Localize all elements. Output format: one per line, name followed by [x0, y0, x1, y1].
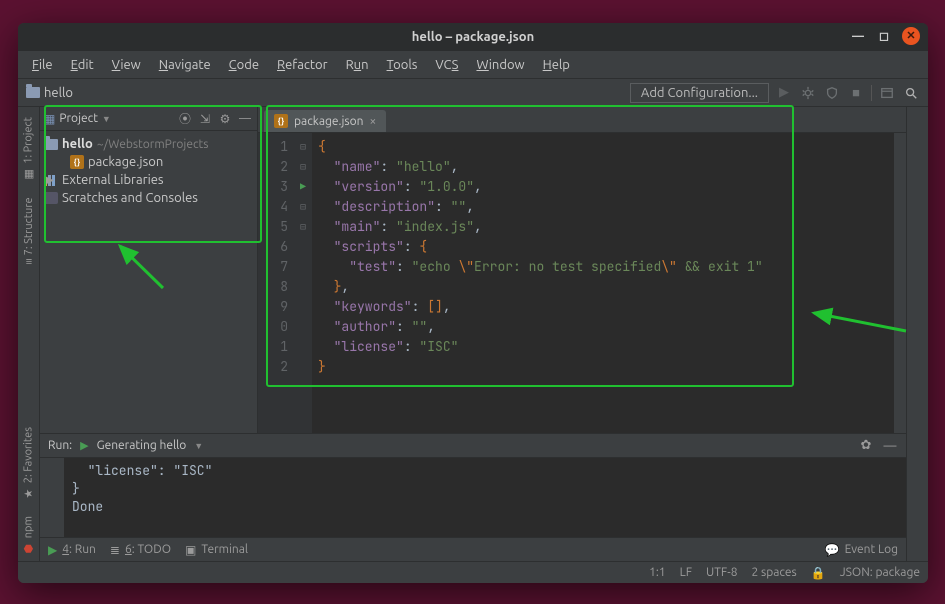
collapse-icon[interactable]: ⇲ — [197, 111, 213, 127]
run-output[interactable]: "license": "ISC" } Done — [40, 458, 906, 537]
run-tool-window: Run: ▶ Generating hello ▼ ✿ — "license":… — [40, 433, 906, 537]
menu-code[interactable]: Code — [221, 55, 267, 75]
folder-icon — [44, 139, 58, 150]
editor-tab-package-json[interactable]: {} package.json × — [264, 110, 386, 132]
menu-edit[interactable]: Edit — [63, 55, 102, 75]
center-column: ▦ Project ▼ ⦿ ⇲ ⚙ — ▼ hello ~/WebstormPr… — [40, 107, 906, 561]
editor-tabbar: {} package.json × — [258, 107, 906, 133]
ide-window: hello – package.json ― ◻ ✕ File Edit Vie… — [18, 23, 928, 583]
stop-button[interactable]: ■ — [847, 84, 865, 102]
status-bar: 1:1 LF UTF-8 2 spaces 🔒 JSON: package — [18, 561, 928, 583]
json-icon: {} — [274, 114, 288, 128]
tab-structure[interactable]: ≡7: Structure — [22, 191, 36, 271]
gutter-marks: ⊟ ⊟▶⊟ ⊟ — [294, 133, 312, 433]
menu-tools[interactable]: Tools — [379, 55, 426, 75]
tree-scratches-label: Scratches and Consoles — [62, 191, 198, 205]
run-task-name: Generating hello — [97, 439, 187, 452]
tab-todo[interactable]: ≣ 6: TODO — [110, 543, 171, 557]
lock-icon[interactable]: 🔒 — [811, 566, 826, 580]
line-gutter: 123 456 789 012 — [258, 133, 294, 433]
tab-project[interactable]: ▦1: Project — [21, 111, 36, 187]
tree-root-path: ~/WebstormProjects — [97, 138, 209, 151]
menu-help[interactable]: Help — [535, 55, 578, 75]
tree-file-label: package.json — [88, 155, 163, 169]
tree-external-libraries[interactable]: ▶ External Libraries — [40, 171, 257, 189]
coverage-button[interactable] — [823, 84, 841, 102]
menu-window[interactable]: Window — [468, 55, 532, 75]
library-icon — [44, 175, 58, 186]
run-play-icon: ▶ — [80, 439, 88, 452]
tree-root-name: hello — [62, 137, 93, 151]
add-configuration-button[interactable]: Add Configuration... — [630, 83, 769, 103]
menu-view[interactable]: View — [104, 55, 149, 75]
search-icon[interactable] — [902, 84, 920, 102]
breadcrumb[interactable]: hello — [26, 86, 73, 100]
status-encoding[interactable]: UTF-8 — [706, 566, 737, 579]
menu-navigate[interactable]: Navigate — [151, 55, 219, 75]
run-button[interactable]: ▶ — [775, 84, 793, 102]
debug-button[interactable] — [799, 84, 817, 102]
editor-scrollbar[interactable] — [894, 133, 906, 433]
close-tab-icon[interactable]: × — [369, 115, 376, 128]
right-tool-tabs — [906, 107, 928, 561]
main-area: ▦1: Project ≡7: Structure ★2: Favorites … — [18, 107, 928, 561]
code-editor[interactable]: 123 456 789 012 ⊟ ⊟▶⊟ ⊟ { "name": "hello… — [258, 133, 906, 433]
locate-icon[interactable]: ⦿ — [177, 111, 193, 127]
tab-event-log[interactable]: 💬 Event Log — [825, 543, 898, 557]
scratch-icon — [44, 192, 58, 204]
maximize-button[interactable]: ◻ — [876, 28, 892, 44]
work-split: ▦ Project ▼ ⦿ ⇲ ⚙ — ▼ hello ~/WebstormPr… — [40, 107, 906, 433]
bottom-tool-tabs: ▶ 4: Run ≣ 6: TODO ▣ Terminal 💬 Event Lo… — [40, 537, 906, 561]
tree-external-libraries-label: External Libraries — [62, 173, 164, 187]
gear-icon[interactable]: ⚙ — [217, 111, 233, 127]
status-language[interactable]: JSON: package — [840, 566, 920, 579]
menu-vcs[interactable]: VCS — [427, 55, 466, 75]
tab-terminal[interactable]: ▣ Terminal — [185, 543, 248, 557]
navbar: hello Add Configuration... ▶ ■ — [18, 79, 928, 107]
project-tool-title: Project — [59, 112, 98, 125]
menu-refactor[interactable]: Refactor — [269, 55, 336, 75]
run-console[interactable]: "license": "ISC" } Done — [64, 458, 906, 537]
window-title: hello – package.json — [412, 30, 534, 44]
update-project-icon[interactable] — [878, 84, 896, 102]
run-label: Run: — [48, 439, 72, 452]
left-tool-tabs: ▦1: Project ≡7: Structure ★2: Favorites … — [18, 107, 40, 561]
tree-scratches[interactable]: ▶ Scratches and Consoles — [40, 189, 257, 207]
menubar: File Edit View Navigate Code Refactor Ru… — [18, 51, 928, 79]
tab-run[interactable]: ▶ 4: Run — [48, 543, 96, 557]
code-area[interactable]: { "name": "hello", "version": "1.0.0", "… — [312, 133, 894, 433]
folder-icon — [26, 87, 40, 98]
editor-tab-label: package.json — [294, 115, 363, 128]
run-tool-header: Run: ▶ Generating hello ▼ ✿ — — [40, 434, 906, 458]
tab-favorites[interactable]: ★2: Favorites — [21, 421, 36, 506]
editor-pane: {} package.json × 123 456 789 012 — [258, 107, 906, 433]
status-caret-pos[interactable]: 1:1 — [649, 566, 666, 579]
project-tool-window: ▦ Project ▼ ⦿ ⇲ ⚙ — ▼ hello ~/WebstormPr… — [40, 107, 258, 433]
close-button[interactable]: ✕ — [902, 27, 920, 45]
json-icon: {} — [70, 155, 84, 169]
run-hide-icon[interactable]: — — [882, 438, 898, 454]
tab-npm[interactable]: ⬢npm — [21, 510, 36, 561]
status-line-ending[interactable]: LF — [680, 566, 692, 579]
window-controls: ― ◻ ✕ — [850, 27, 920, 45]
minimize-button[interactable]: ― — [850, 28, 866, 44]
status-indent[interactable]: 2 spaces — [751, 566, 796, 579]
tree-file-package-json[interactable]: {} package.json — [40, 153, 257, 171]
breadcrumb-label: hello — [44, 86, 73, 100]
menu-run[interactable]: Run — [338, 55, 377, 75]
run-gear-icon[interactable]: ✿ — [858, 438, 874, 454]
hide-icon[interactable]: — — [237, 111, 253, 127]
project-tool-header: ▦ Project ▼ ⦿ ⇲ ⚙ — — [40, 107, 257, 131]
menu-file[interactable]: File — [24, 55, 61, 75]
titlebar: hello – package.json ― ◻ ✕ — [18, 23, 928, 51]
tree-root[interactable]: ▼ hello ~/WebstormProjects — [40, 135, 257, 153]
run-gutter — [40, 458, 64, 537]
project-tree[interactable]: ▼ hello ~/WebstormProjects {} package.js… — [40, 131, 257, 211]
